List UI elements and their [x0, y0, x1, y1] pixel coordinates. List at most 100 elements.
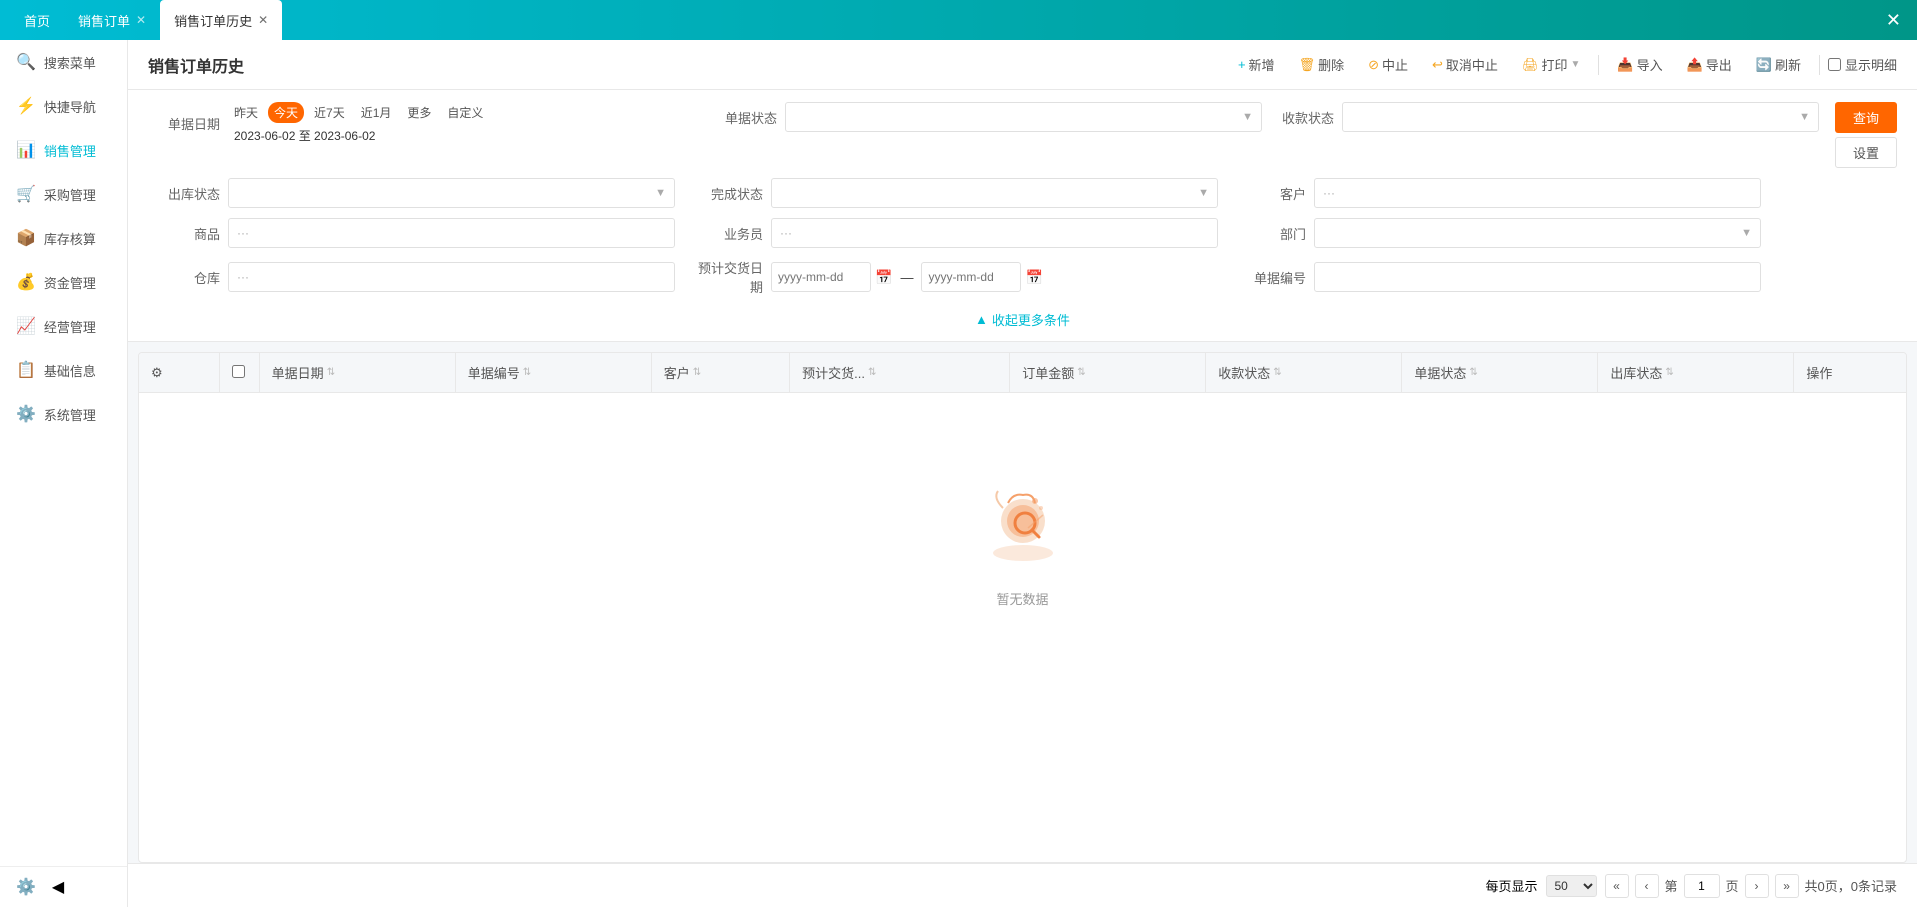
th-doc-date[interactable]: 单据日期 ⇅ [259, 353, 455, 393]
first-page-button[interactable]: « [1605, 874, 1629, 898]
fund-icon: 💰 [16, 272, 36, 292]
th-order-amount[interactable]: 订单金额 ⇅ [1010, 353, 1206, 393]
pagination: « ‹ 第 页 › » 共0页，0条记录 [1605, 874, 1898, 898]
query-buttons: 查询 设置 [1835, 102, 1897, 168]
chevron-down-icon-3: ▼ [655, 187, 666, 199]
warehouse-input[interactable]: ··· [228, 262, 675, 292]
sidebar-item-system-mgmt[interactable]: ⚙️ 系统管理 [0, 392, 127, 436]
th-pay-status[interactable]: 收款状态 ⇅ [1206, 353, 1402, 393]
calendar-start-icon[interactable]: 📅 [875, 269, 892, 286]
collapse-bar[interactable]: ▲ 收起更多条件 [148, 306, 1897, 329]
data-table: ⚙ 单据日期 ⇅ 单据编号 [139, 353, 1906, 688]
print-button[interactable]: 🖨 打印 ▼ [1512, 50, 1590, 79]
operations-icon: 📈 [16, 316, 36, 336]
sidebar-item-search-menu[interactable]: 🔍 搜索菜单 [0, 40, 127, 84]
tab-sales-order-history[interactable]: 销售订单历史 ✕ [160, 0, 282, 40]
sidebar-settings-icon[interactable]: ⚙️ [16, 877, 36, 897]
sort-icon-doc-number: ⇅ [523, 367, 531, 378]
close-tab-sales-order[interactable]: ✕ [136, 13, 146, 27]
sidebar-item-sales-mgmt[interactable]: 📊 销售管理 [0, 128, 127, 172]
display-toggle-checkbox[interactable] [1828, 58, 1841, 71]
empty-state-illustration [973, 473, 1073, 573]
doc-number-label: 单据编号 [1234, 268, 1314, 287]
department-select[interactable]: ▼ [1314, 218, 1761, 248]
tab-sales-order[interactable]: 销售订单 ✕ [64, 0, 160, 40]
import-button[interactable]: 📥 导入 [1607, 50, 1672, 79]
basic-info-icon: 📋 [16, 360, 36, 380]
top-bar: 首页 销售订单 ✕ 销售订单历史 ✕ ✕ [0, 0, 1917, 40]
sort-icon-out-status: ⇅ [1665, 367, 1673, 378]
last-page-button[interactable]: » [1775, 874, 1799, 898]
date-more[interactable]: 更多 [401, 102, 437, 123]
sidebar-item-fund-mgmt[interactable]: 💰 资金管理 [0, 260, 127, 304]
warehouse-label: 仓库 [148, 268, 228, 287]
table-settings-icon[interactable]: ⚙ [151, 365, 163, 380]
date-yesterday[interactable]: 昨天 [228, 102, 264, 123]
select-all-checkbox[interactable] [232, 365, 245, 378]
th-settings[interactable]: ⚙ [139, 353, 219, 393]
content-area: 销售订单历史 + 新增 🗑 删除 ⊘ 中止 ↩ 取消中止 [128, 40, 1917, 907]
filter-row-4: 仓库 ··· 预计交货日期 📅 — 📅 单据编号 [148, 258, 1897, 296]
th-checkbox[interactable] [219, 353, 259, 393]
close-tab-sales-order-history[interactable]: ✕ [258, 13, 268, 27]
export-button[interactable]: 📤 导出 [1677, 50, 1742, 79]
date-today[interactable]: 今天 [268, 102, 304, 123]
sidebar-item-inventory-calc[interactable]: 📦 库存核算 [0, 216, 127, 260]
next-page-button[interactable]: › [1745, 874, 1769, 898]
complete-status-select[interactable]: ▼ [771, 178, 1218, 208]
out-status-select[interactable]: ▼ [228, 178, 675, 208]
display-toggle[interactable]: 显示明细 [1828, 55, 1897, 74]
th-expected-delivery[interactable]: 预计交货... ⇅ [790, 353, 1010, 393]
pay-status-select[interactable]: ▼ [1342, 102, 1819, 132]
delete-icon: 🗑 [1299, 57, 1316, 73]
doc-date-label: 单据日期 [148, 114, 228, 133]
sidebar-item-purchase-mgmt[interactable]: 🛒 采购管理 [0, 172, 127, 216]
tab-home[interactable]: 首页 [10, 0, 64, 40]
th-out-status[interactable]: 出库状态 ⇅ [1598, 353, 1794, 393]
doc-status-select[interactable]: ▼ [785, 102, 1262, 132]
calendar-end-icon[interactable]: 📅 [1025, 269, 1042, 286]
chevron-down-icon-4: ▼ [1198, 187, 1209, 199]
sort-icon-doc-date: ⇅ [327, 367, 335, 378]
salesperson-input[interactable]: ··· [771, 218, 1218, 248]
empty-text: 暂无数据 [996, 589, 1048, 608]
total-info: 共0页，0条记录 [1805, 876, 1897, 895]
add-button[interactable]: + 新增 [1228, 50, 1285, 79]
toolbar: + 新增 🗑 删除 ⊘ 中止 ↩ 取消中止 🖨 打印 [1228, 50, 1897, 79]
delivery-date-end[interactable] [921, 262, 1021, 292]
cancel-stop-button[interactable]: ↩ 取消中止 [1422, 50, 1508, 79]
delivery-date-start[interactable] [771, 262, 871, 292]
stop-button[interactable]: ⊘ 中止 [1358, 50, 1418, 79]
date-1month[interactable]: 近1月 [355, 102, 398, 123]
top-bar-right: ✕ [1880, 10, 1907, 31]
per-page-select[interactable]: 10 20 50 100 [1546, 875, 1597, 897]
doc-status-label: 单据状态 [705, 108, 785, 127]
query-button[interactable]: 查询 [1835, 102, 1897, 133]
department-label: 部门 [1234, 224, 1314, 243]
th-operations: 操作 [1794, 353, 1906, 393]
warehouse-more-icon: ··· [237, 270, 249, 284]
sidebar-item-basic-info[interactable]: 📋 基础信息 [0, 348, 127, 392]
import-icon: 📥 [1617, 57, 1633, 73]
sidebar-item-operations-mgmt[interactable]: 📈 经营管理 [0, 304, 127, 348]
out-status-label: 出库状态 [148, 184, 228, 203]
sidebar-item-quick-nav[interactable]: ⚡ 快捷导航 [0, 84, 127, 128]
date-7days[interactable]: 近7天 [308, 102, 351, 123]
th-doc-status[interactable]: 单据状态 ⇅ [1402, 353, 1598, 393]
customer-input[interactable]: ··· [1314, 178, 1761, 208]
refresh-button[interactable]: 🔄 刷新 [1746, 50, 1811, 79]
window-close-button[interactable]: ✕ [1880, 10, 1907, 31]
product-input[interactable]: ··· [228, 218, 675, 248]
th-customer[interactable]: 客户 ⇅ [651, 353, 789, 393]
page-input[interactable] [1684, 874, 1720, 898]
system-icon: ⚙️ [16, 404, 36, 424]
sort-icon-expected-delivery: ⇅ [868, 367, 876, 378]
th-doc-number[interactable]: 单据编号 ⇅ [455, 353, 651, 393]
doc-number-input[interactable] [1314, 262, 1761, 292]
empty-state: 暂无数据 [139, 393, 1906, 688]
filter-settings-button[interactable]: 设置 [1835, 137, 1897, 168]
date-custom[interactable]: 自定义 [441, 102, 489, 123]
sidebar-collapse-icon[interactable]: ◀ [52, 877, 64, 897]
prev-page-button[interactable]: ‹ [1635, 874, 1659, 898]
delete-button[interactable]: 🗑 删除 [1289, 50, 1355, 79]
